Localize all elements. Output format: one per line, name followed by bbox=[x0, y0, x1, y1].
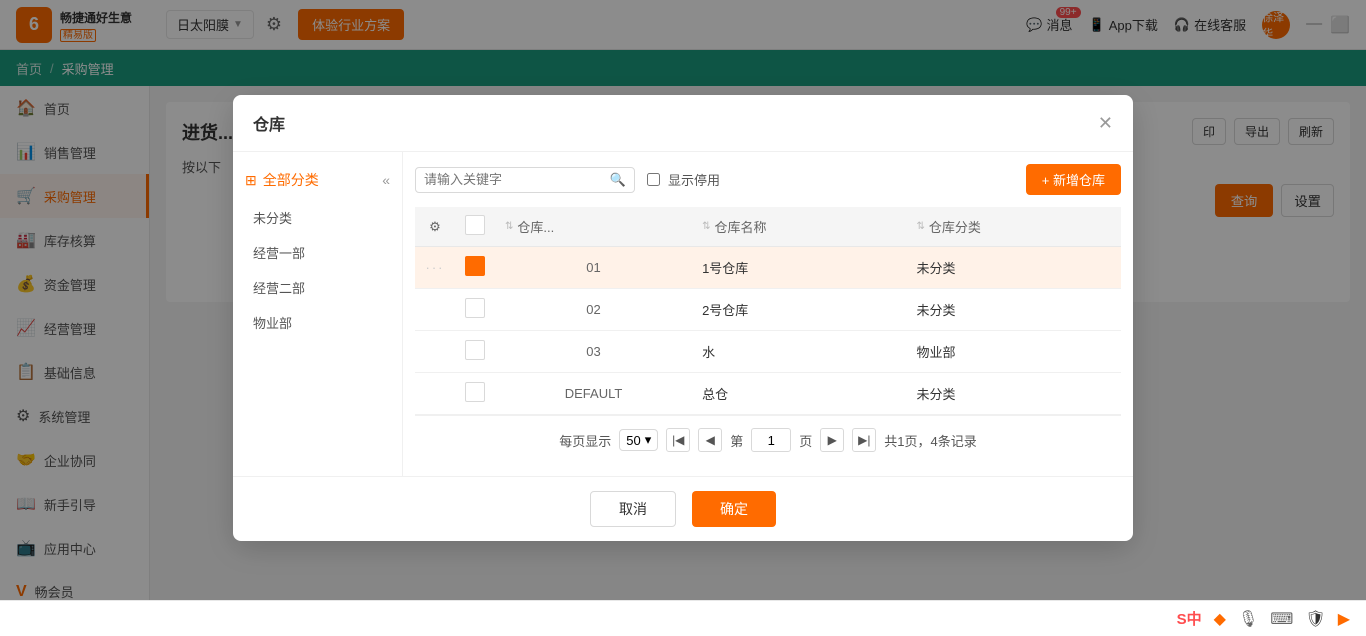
modal-warehouse: 仓库 ✕ ⊞ 全部分类 « 未分类 经营一部 bbox=[233, 95, 1133, 541]
row-name-cell: 1号仓库 bbox=[692, 247, 906, 289]
content-panel: 🔍 显示停用 + 新增仓库 ⚙ bbox=[403, 152, 1133, 476]
table-row[interactable]: DEFAULT 总仓 未分类 bbox=[415, 373, 1121, 415]
table-container: ⚙ ⇅ 仓库... bbox=[415, 207, 1121, 415]
row-checkbox[interactable] bbox=[465, 340, 485, 360]
warehouse-table: ⚙ ⇅ 仓库... bbox=[415, 207, 1121, 415]
taskbar-play-icon[interactable]: ▶ bbox=[1338, 609, 1350, 629]
row-code-cell: DEFAULT bbox=[495, 373, 692, 415]
search-icon: 🔍 bbox=[610, 172, 626, 188]
per-page-arrow: ▾ bbox=[645, 432, 652, 448]
table-row[interactable]: ··· 01 1号仓库 未分类 bbox=[415, 247, 1121, 289]
prev-page-button[interactable]: ◀ bbox=[698, 428, 722, 452]
category-item-dept2[interactable]: 经营二部 bbox=[233, 270, 402, 305]
show-disabled-label-text: 显示停用 bbox=[668, 170, 720, 189]
row-checkbox[interactable] bbox=[465, 256, 485, 276]
modal-close-button[interactable]: ✕ bbox=[1098, 114, 1113, 132]
row-category-cell: 未分类 bbox=[907, 289, 1121, 331]
per-page-label: 每页显示 bbox=[559, 431, 611, 450]
sort-icon-code: ⇅ bbox=[505, 221, 513, 232]
search-input[interactable] bbox=[424, 172, 610, 187]
row-checkbox-cell[interactable] bbox=[455, 289, 495, 331]
sort-icon-name: ⇅ bbox=[702, 221, 710, 232]
row-name-cell: 总仓 bbox=[692, 373, 906, 415]
sort-icon-category: ⇅ bbox=[917, 221, 925, 232]
row-checkbox-cell[interactable] bbox=[455, 373, 495, 415]
row-category-cell: 未分类 bbox=[907, 373, 1121, 415]
row-code-cell: 03 bbox=[495, 331, 692, 373]
modal-title: 仓库 bbox=[253, 111, 285, 135]
search-input-wrap[interactable]: 🔍 bbox=[415, 167, 635, 193]
gear-header-icon: ⚙ bbox=[429, 219, 441, 234]
col-code: ⇅ 仓库... bbox=[495, 207, 692, 247]
page-prefix: 第 bbox=[730, 431, 743, 450]
page-suffix: 页 bbox=[799, 431, 812, 450]
warehouse-table-body: ··· 01 1号仓库 未分类 02 2号仓库 未分类 03 水 物业部 bbox=[415, 247, 1121, 415]
grid-icon: ⊞ bbox=[245, 172, 257, 189]
add-warehouse-button[interactable]: + 新增仓库 bbox=[1026, 164, 1121, 195]
all-categories-label: 全部分类 bbox=[263, 170, 319, 190]
modal-footer: 取消 确定 bbox=[233, 476, 1133, 541]
row-checkbox[interactable] bbox=[465, 382, 485, 402]
row-code-cell: 02 bbox=[495, 289, 692, 331]
row-gear-cell: ··· bbox=[415, 247, 455, 289]
first-page-button[interactable]: |◀ bbox=[666, 428, 690, 452]
taskbar-mic-icon[interactable]: 🎙 bbox=[1238, 609, 1258, 629]
row-category-cell: 物业部 bbox=[907, 331, 1121, 373]
row-gear-cell bbox=[415, 289, 455, 331]
taskbar-keyboard-icon[interactable]: ⌨ bbox=[1270, 609, 1293, 629]
col-gear: ⚙ bbox=[415, 207, 455, 247]
row-checkbox-cell[interactable] bbox=[455, 247, 495, 289]
modal-body: ⊞ 全部分类 « 未分类 经营一部 经营二部 物业部 bbox=[233, 152, 1133, 476]
row-gear-cell bbox=[415, 331, 455, 373]
show-disabled-checkbox[interactable]: 显示停用 bbox=[647, 170, 720, 189]
taskbar: S中 ◆ 🎙 ⌨ 🛡 ▶ bbox=[0, 600, 1366, 636]
table-row[interactable]: 03 水 物业部 bbox=[415, 331, 1121, 373]
collapse-icon[interactable]: « bbox=[382, 172, 390, 188]
row-checkbox-cell[interactable] bbox=[455, 331, 495, 373]
pagination: 每页显示 50 ▾ |◀ ◀ 第 页 ▶ ▶| 共1页，4条记录 bbox=[415, 415, 1121, 464]
taskbar-s-icon[interactable]: S中 bbox=[1177, 608, 1202, 629]
confirm-button[interactable]: 确定 bbox=[692, 491, 776, 527]
taskbar-diamond-icon: ◆ bbox=[1214, 609, 1226, 629]
per-page-value: 50 bbox=[626, 433, 640, 448]
col-checkbox bbox=[455, 207, 495, 247]
col-category: ⇅ 仓库分类 bbox=[907, 207, 1121, 247]
table-row[interactable]: 02 2号仓库 未分类 bbox=[415, 289, 1121, 331]
cancel-button[interactable]: 取消 bbox=[590, 491, 676, 527]
row-gear-cell bbox=[415, 373, 455, 415]
row-code-cell: 01 bbox=[495, 247, 692, 289]
total-info: 共1页，4条记录 bbox=[884, 431, 976, 450]
category-item-dept1[interactable]: 经营一部 bbox=[233, 235, 402, 270]
col-name: ⇅ 仓库名称 bbox=[692, 207, 906, 247]
header-checkbox[interactable] bbox=[465, 215, 485, 235]
row-actions-icon[interactable]: ··· bbox=[426, 260, 445, 275]
per-page-select[interactable]: 50 ▾ bbox=[619, 429, 658, 451]
row-name-cell: 2号仓库 bbox=[692, 289, 906, 331]
row-name-cell: 水 bbox=[692, 331, 906, 373]
row-category-cell: 未分类 bbox=[907, 247, 1121, 289]
modal-overlay: 仓库 ✕ ⊞ 全部分类 « 未分类 经营一部 bbox=[0, 0, 1366, 636]
row-checkbox[interactable] bbox=[465, 298, 485, 318]
category-panel: ⊞ 全部分类 « 未分类 经营一部 经营二部 物业部 bbox=[233, 152, 403, 476]
last-page-button[interactable]: ▶| bbox=[852, 428, 876, 452]
category-item-unclassified[interactable]: 未分类 bbox=[233, 200, 402, 235]
page-number-input[interactable] bbox=[751, 428, 791, 452]
next-page-button[interactable]: ▶ bbox=[820, 428, 844, 452]
category-all-header[interactable]: ⊞ 全部分类 « bbox=[233, 164, 402, 200]
search-bar: 🔍 显示停用 + 新增仓库 bbox=[415, 164, 1121, 195]
modal-header: 仓库 ✕ bbox=[233, 95, 1133, 152]
category-item-property[interactable]: 物业部 bbox=[233, 305, 402, 340]
taskbar-shield-icon[interactable]: 🛡 bbox=[1305, 609, 1325, 629]
